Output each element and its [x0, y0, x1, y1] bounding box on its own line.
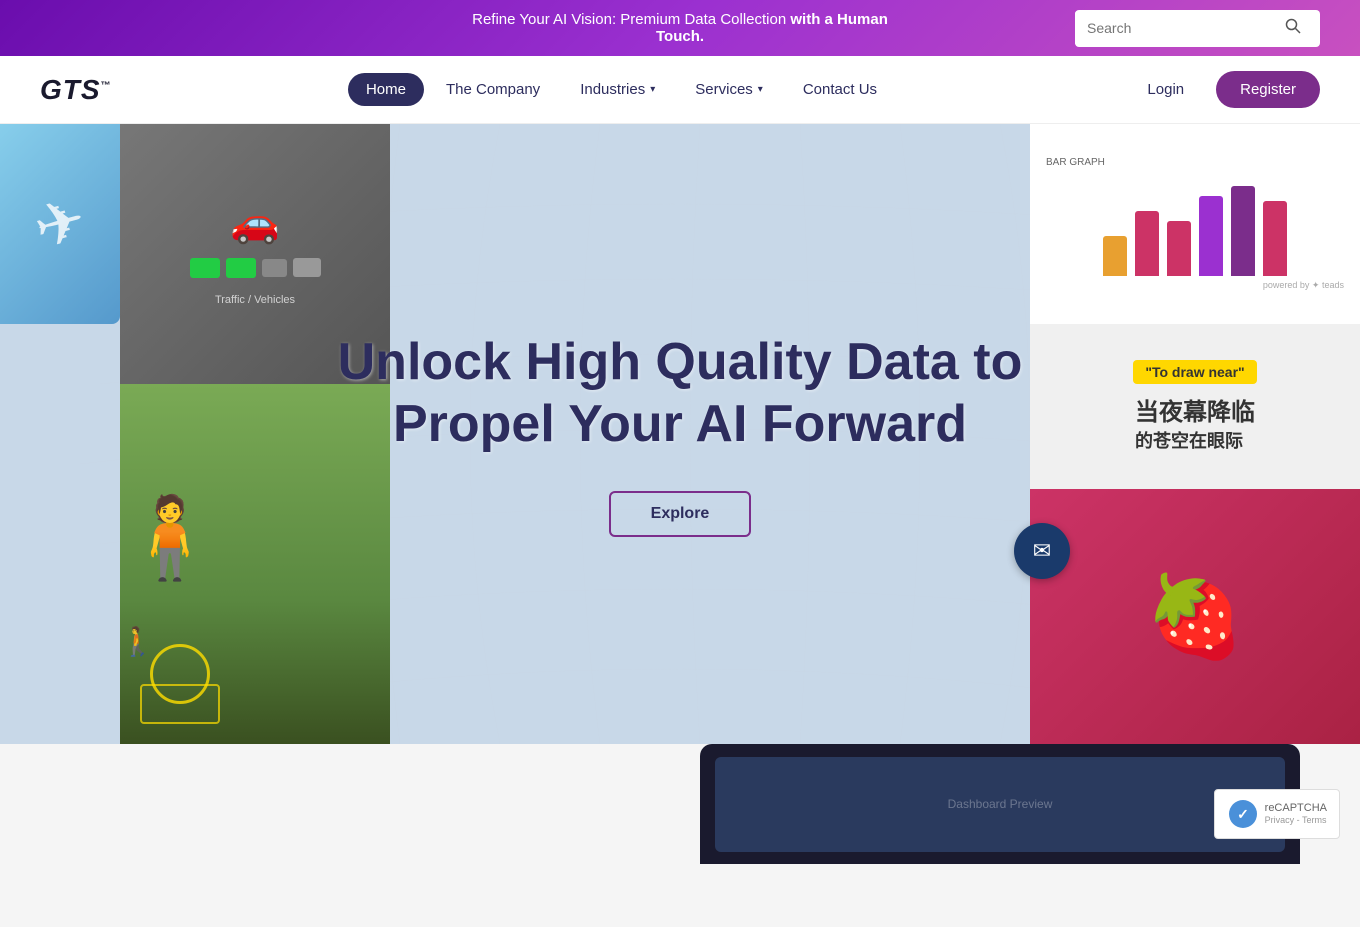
recaptcha-badge: ✓ reCAPTCHAPrivacy - Terms [1214, 789, 1340, 839]
chevron-down-icon: ▾ [650, 84, 655, 95]
chart-bar [1135, 211, 1159, 276]
chart-image: BAR GRAPH powered by ✦ teads [1030, 124, 1360, 324]
header: GTS™ Home The Company Industries ▾ Servi… [0, 56, 1360, 124]
hero-section: Traffic / Vehicles 🚶 Unlock High Quality… [0, 124, 1360, 744]
chevron-down-icon: ▾ [758, 84, 763, 95]
nav-item-industries[interactable]: Industries ▾ [562, 73, 673, 106]
chart-title: BAR GRAPH [1046, 157, 1105, 168]
explore-button[interactable]: Explore [609, 491, 752, 537]
register-button[interactable]: Register [1216, 71, 1320, 108]
plane-image [0, 124, 120, 324]
svg-text:✓: ✓ [1237, 806, 1249, 822]
chart-bars [1103, 176, 1287, 276]
recaptcha-icon: ✓ [1227, 798, 1259, 830]
banner-normal-text: Refine Your AI Vision: Premium Data Coll… [472, 11, 790, 28]
hero-content: Unlock High Quality Data to Propel Your … [138, 331, 1223, 538]
tablet-preview: Dashboard Preview [700, 744, 1300, 864]
nav-item-contact[interactable]: Contact Us [785, 73, 895, 106]
below-hero: Dashboard Preview [0, 744, 1360, 927]
header-actions: Login Register [1131, 71, 1320, 108]
chart-bar [1231, 186, 1255, 276]
logo: GTS™ [40, 74, 112, 106]
tablet-screen: Dashboard Preview [715, 757, 1285, 852]
chart-bar [1199, 196, 1223, 276]
banner-text: Refine Your AI Vision: Premium Data Coll… [467, 11, 894, 45]
search-container [1075, 10, 1320, 47]
chart-bar [1263, 201, 1287, 276]
logo-text: GTS™ [40, 74, 112, 106]
nav-item-services[interactable]: Services ▾ [677, 73, 781, 106]
search-button[interactable] [1275, 10, 1311, 47]
chart-bar [1103, 236, 1127, 276]
chart-bar [1167, 221, 1191, 276]
search-input[interactable] [1075, 12, 1275, 44]
main-nav: Home The Company Industries ▾ Services ▾… [348, 73, 895, 106]
nav-item-home[interactable]: Home [348, 73, 424, 106]
top-banner: Refine Your AI Vision: Premium Data Coll… [0, 0, 1360, 56]
login-button[interactable]: Login [1131, 73, 1200, 106]
nav-item-company[interactable]: The Company [428, 73, 558, 106]
hero-title: Unlock High Quality Data to Propel Your … [338, 331, 1023, 456]
